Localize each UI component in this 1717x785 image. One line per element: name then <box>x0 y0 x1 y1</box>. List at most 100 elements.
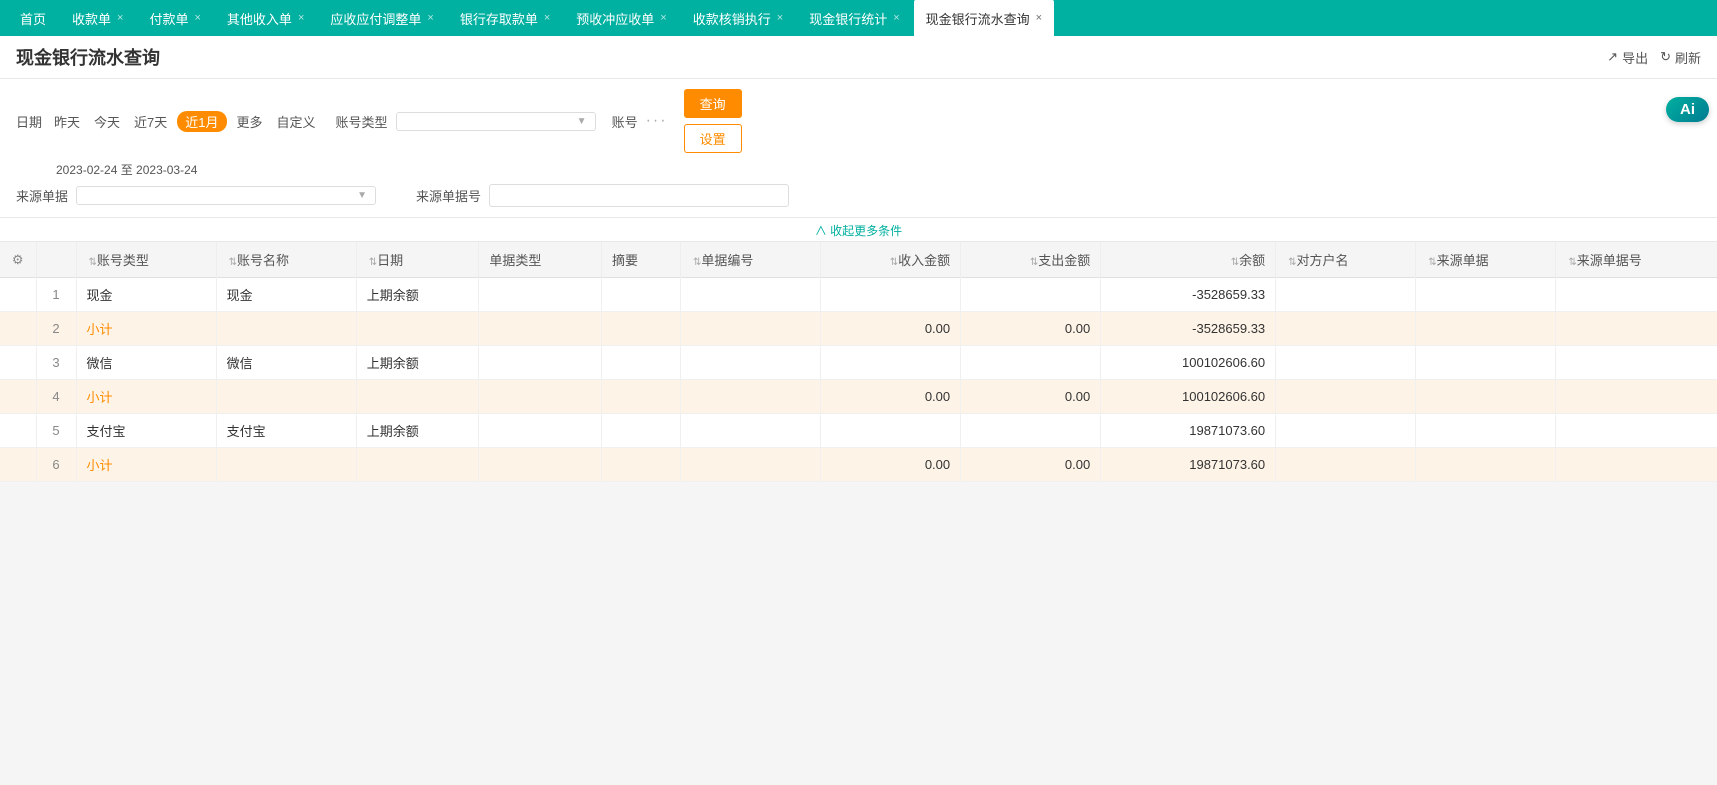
cell-source-doc <box>1416 380 1556 414</box>
nav-item-prepaid[interactable]: 预收冲应收单 × <box>564 0 678 36</box>
nav-item-payment[interactable]: 付款单 × <box>137 0 212 36</box>
cell-date <box>356 380 479 414</box>
export-label: 导出 <box>1622 48 1648 67</box>
cell-doc-type <box>479 448 602 482</box>
row-number: 1 <box>36 278 76 312</box>
cell-account-name: 支付宝 <box>216 414 356 448</box>
table-body: 1现金现金上期余额-3528659.332小计0.000.00-3528659.… <box>0 278 1717 482</box>
cell-expense <box>961 278 1101 312</box>
col-counterpart[interactable]: ⇅对方户名 <box>1276 242 1416 278</box>
date-today[interactable]: 今天 <box>90 111 124 132</box>
row-number: 2 <box>36 312 76 346</box>
cell-source-doc-no <box>1556 278 1717 312</box>
cell-account-type: 支付宝 <box>76 414 216 448</box>
nav-label: 银行存取款单 <box>460 9 538 28</box>
account-label: 账号 <box>612 112 638 131</box>
row-gear-cell <box>0 448 36 482</box>
col-account-type[interactable]: ⇅账号类型 <box>76 242 216 278</box>
query-button[interactable]: 查询 <box>684 89 742 118</box>
date-yesterday[interactable]: 昨天 <box>50 111 84 132</box>
cell-income: 0.00 <box>821 312 961 346</box>
col-doc-no[interactable]: ⇅单据编号 <box>680 242 820 278</box>
cell-income <box>821 414 961 448</box>
cell-date <box>356 312 479 346</box>
col-source-doc[interactable]: ⇅来源单据 <box>1416 242 1556 278</box>
close-icon[interactable]: × <box>893 12 899 24</box>
nav-item-other-income[interactable]: 其他收入单 × <box>215 0 316 36</box>
nav-item-cashflow[interactable]: 现金银行流水查询 × <box>914 0 1054 36</box>
close-icon[interactable]: × <box>117 12 123 24</box>
cell-counterpart <box>1276 312 1416 346</box>
nav-label: 预收冲应收单 <box>576 9 654 28</box>
col-balance[interactable]: ⇅余额 <box>1101 242 1276 278</box>
nav-home[interactable]: 首页 <box>8 0 58 36</box>
export-button[interactable]: ↗ 导出 <box>1607 48 1648 67</box>
cell-doc-no <box>680 380 820 414</box>
nav-item-bank-deposit[interactable]: 银行存取款单 × <box>448 0 562 36</box>
cell-summary <box>601 448 680 482</box>
close-icon[interactable]: × <box>777 12 783 24</box>
cell-account-type: 微信 <box>76 346 216 380</box>
account-type-label: 账号类型 <box>336 112 388 131</box>
cell-summary <box>601 380 680 414</box>
nav-label: 应收应付调整单 <box>330 9 421 28</box>
source-doc-num-group: 来源单据号 <box>416 184 789 207</box>
close-icon[interactable]: × <box>1036 12 1042 24</box>
cell-balance: -3528659.33 <box>1101 312 1276 346</box>
refresh-button[interactable]: ↻ 刷新 <box>1660 48 1701 67</box>
close-icon[interactable]: × <box>660 12 666 24</box>
gear-column-header[interactable]: ⚙ <box>0 242 36 278</box>
col-expense[interactable]: ⇅支出金额 <box>961 242 1101 278</box>
cell-source-doc-no <box>1556 380 1717 414</box>
col-account-name[interactable]: ⇅账号名称 <box>216 242 356 278</box>
nav-item-adjust[interactable]: 应收应付调整单 × <box>318 0 445 36</box>
table-row: 2小计0.000.00-3528659.33 <box>0 312 1717 346</box>
account-more-dots[interactable]: ··· <box>646 112 668 130</box>
date-filter-group: 日期 昨天 今天 近7天 近1月 更多 自定义 <box>16 111 320 132</box>
cell-balance: 100102606.60 <box>1101 380 1276 414</box>
account-filter-group: 账号 ··· <box>612 112 668 131</box>
cell-account-name: 现金 <box>216 278 356 312</box>
filter-row-1: 日期 昨天 今天 近7天 近1月 更多 自定义 账号类型 ▼ 账号 ··· <box>16 89 1701 153</box>
date-7days[interactable]: 近7天 <box>130 111 171 132</box>
refresh-icon: ↻ <box>1660 49 1671 65</box>
close-icon[interactable]: × <box>544 12 550 24</box>
collapse-bar[interactable]: ∧ 收起更多条件 <box>0 218 1717 242</box>
top-nav: 首页 收款单 × 付款单 × 其他收入单 × 应收应付调整单 × 银行存取款单 … <box>0 0 1717 36</box>
cell-doc-no <box>680 346 820 380</box>
source-doc-select[interactable]: ▼ <box>76 186 376 205</box>
cell-doc-no <box>680 414 820 448</box>
cell-expense <box>961 346 1101 380</box>
col-income[interactable]: ⇅收入金额 <box>821 242 961 278</box>
close-icon[interactable]: × <box>194 12 200 24</box>
cell-summary <box>601 346 680 380</box>
cell-source-doc <box>1416 312 1556 346</box>
ai-assistant-badge[interactable]: Ai <box>1666 97 1709 122</box>
col-date[interactable]: ⇅日期 <box>356 242 479 278</box>
refresh-label: 刷新 <box>1675 48 1701 67</box>
col-source-doc-no[interactable]: ⇅来源单据号 <box>1556 242 1717 278</box>
cell-doc-type <box>479 312 602 346</box>
row-gear-cell <box>0 312 36 346</box>
source-doc-num-input[interactable] <box>489 184 789 207</box>
nav-item-verify[interactable]: 收款核销执行 × <box>681 0 795 36</box>
table-row: 5支付宝支付宝上期余额19871073.60 <box>0 414 1717 448</box>
date-1month[interactable]: 近1月 <box>177 111 226 132</box>
date-range-text: 2023-02-24 至 2023-03-24 <box>56 163 197 177</box>
close-icon[interactable]: × <box>427 12 433 24</box>
collapse-label: ∧ 收起更多条件 <box>815 224 902 238</box>
nav-item-receipt[interactable]: 收款单 × <box>60 0 135 36</box>
table-header-row: ⚙ ⇅账号类型 ⇅账号名称 ⇅日期 单据类型 摘要 <box>0 242 1717 278</box>
cell-income: 0.00 <box>821 448 961 482</box>
date-more[interactable]: 更多 <box>233 111 267 132</box>
account-type-select[interactable]: ▼ <box>396 112 596 131</box>
cell-summary <box>601 414 680 448</box>
date-custom[interactable]: 自定义 <box>273 111 320 132</box>
settings-button[interactable]: 设置 <box>684 124 742 153</box>
cell-counterpart <box>1276 278 1416 312</box>
cell-source-doc-no <box>1556 346 1717 380</box>
source-doc-num-label: 来源单据号 <box>416 186 481 205</box>
nav-item-stats[interactable]: 现金银行统计 × <box>797 0 911 36</box>
close-icon[interactable]: × <box>298 12 304 24</box>
row-number: 3 <box>36 346 76 380</box>
